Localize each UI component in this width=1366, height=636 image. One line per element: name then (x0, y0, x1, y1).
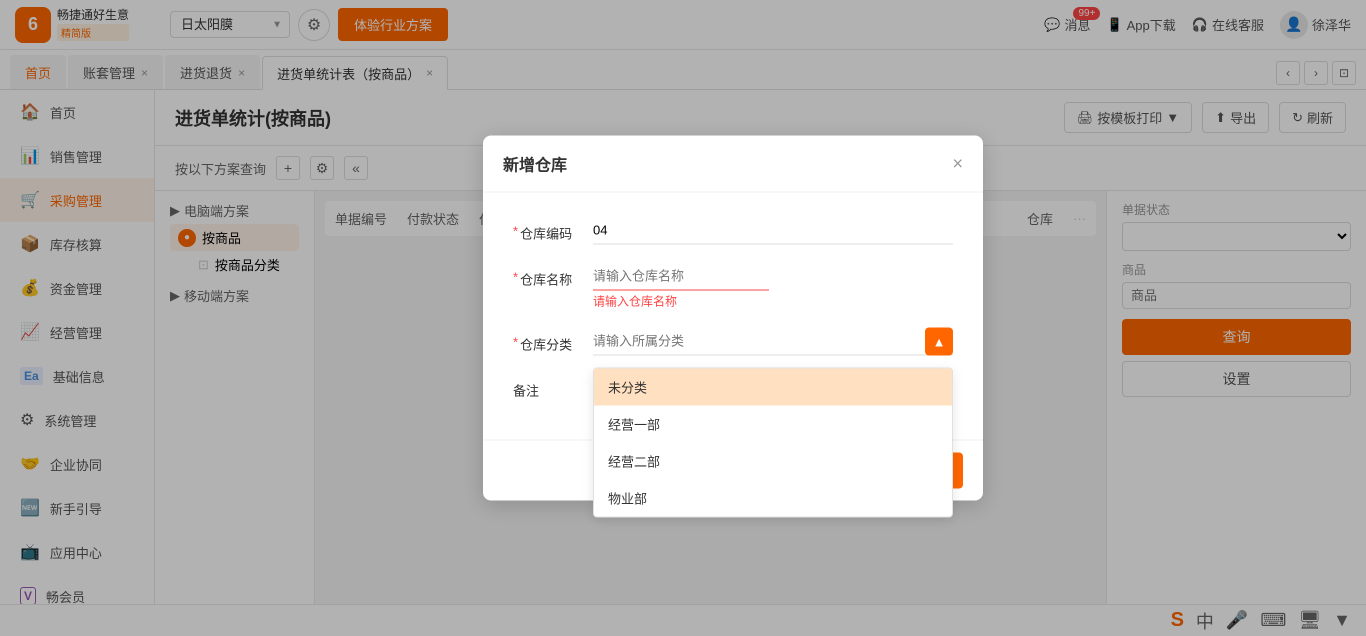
dropdown-item-dept3[interactable]: 物业部 (594, 480, 952, 517)
warehouse-code-row: * 仓库编码 (513, 217, 953, 245)
warehouse-code-input[interactable] (593, 217, 953, 245)
new-warehouse-modal: 新增仓库 × * 仓库编码 * 仓库名称 请输入仓库名称 (483, 136, 983, 501)
category-input[interactable] (593, 328, 953, 356)
dropdown-item-unclassified[interactable]: 未分类 (594, 369, 952, 406)
category-wrapper: ▲ (593, 328, 953, 356)
required-mark-code: * (513, 224, 518, 239)
warehouse-name-input[interactable] (593, 263, 769, 291)
warehouse-name-row: * 仓库名称 请输入仓库名称 (513, 263, 953, 310)
required-mark-cat: * (513, 335, 518, 350)
warehouse-category-label: * 仓库分类 (513, 328, 593, 354)
category-dropdown: 未分类 经营一部 经营二部 物业部 (593, 368, 953, 518)
warehouse-category-row: * 仓库分类 ▲ 未分类 经营一部 经营二部 物业部 (513, 328, 953, 356)
dropdown-item-dept1[interactable]: 经营一部 (594, 406, 952, 443)
required-mark-name: * (513, 270, 518, 285)
warehouse-notes-label: 备注 (513, 374, 593, 400)
modal-close-btn[interactable]: × (952, 153, 963, 174)
warehouse-name-label: * 仓库名称 (513, 263, 593, 289)
modal-body: * 仓库编码 * 仓库名称 请输入仓库名称 * 仓库分类 (483, 193, 983, 440)
modal-header: 新增仓库 × (483, 136, 983, 193)
dropdown-item-dept2[interactable]: 经营二部 (594, 443, 952, 480)
category-toggle-btn[interactable]: ▲ (925, 328, 953, 356)
warehouse-name-error: 请输入仓库名称 (593, 293, 677, 310)
modal-title: 新增仓库 (503, 152, 567, 176)
warehouse-code-label: * 仓库编码 (513, 217, 593, 243)
